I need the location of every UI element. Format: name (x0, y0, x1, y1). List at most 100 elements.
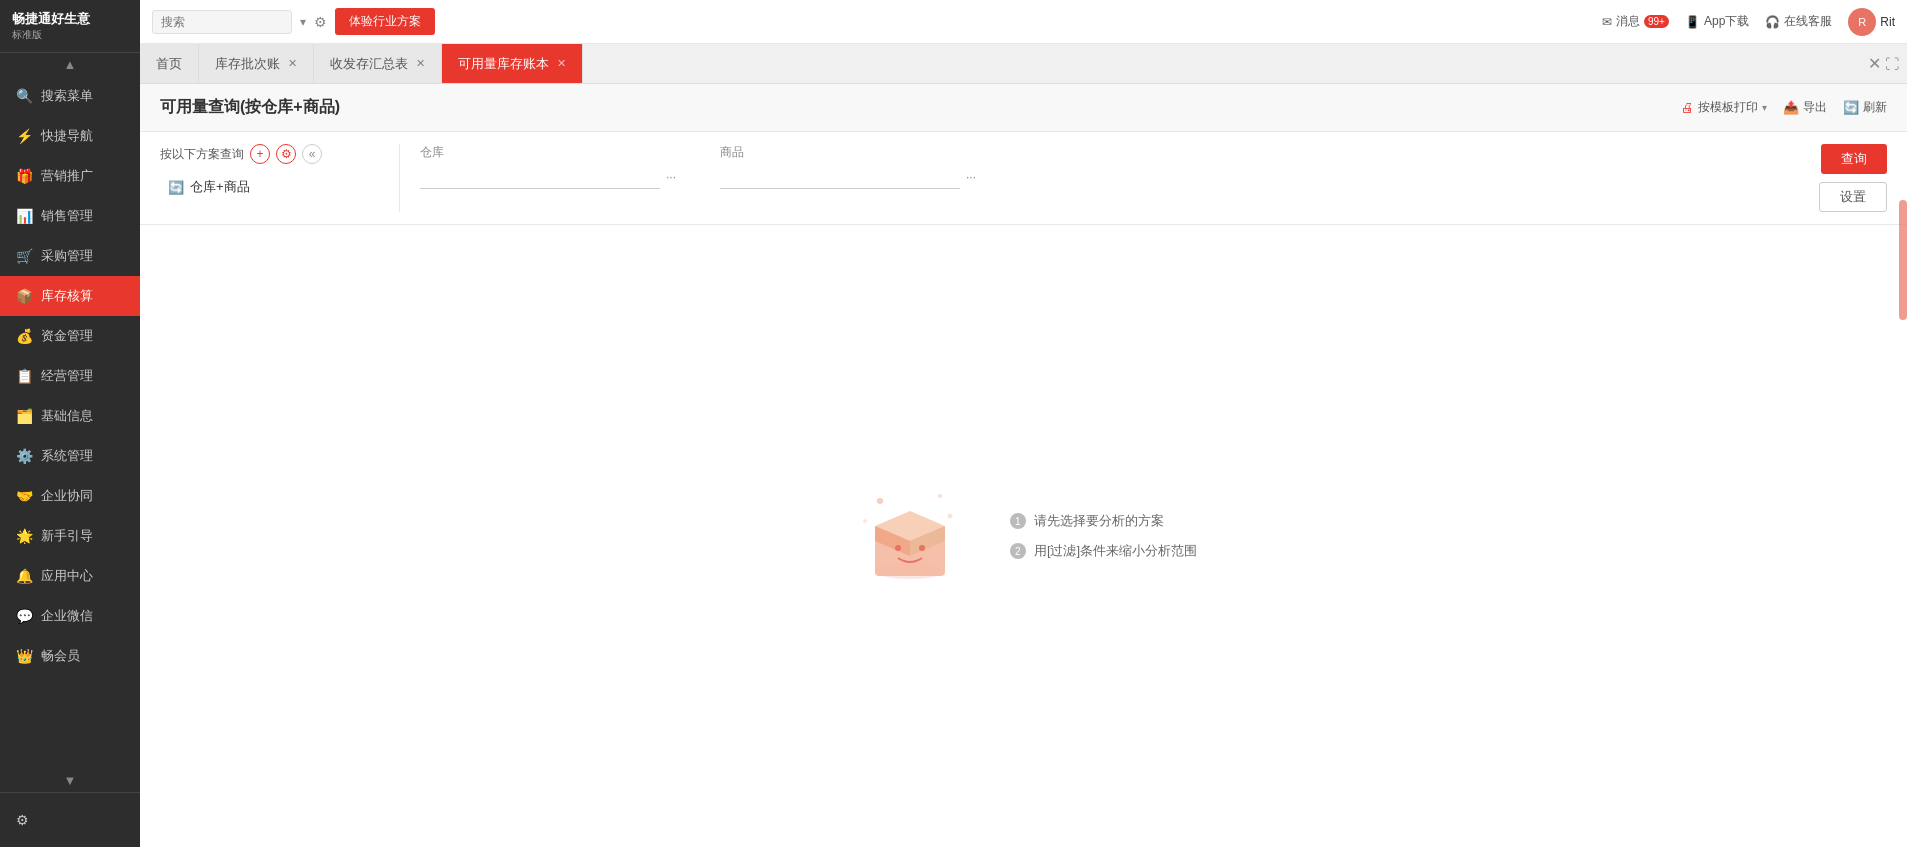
logo-subtitle: 标准版 (12, 28, 128, 42)
tab-close-all-button[interactable]: ✕ (1868, 56, 1881, 72)
settings-button[interactable]: 设置 (1819, 182, 1887, 212)
sidebar-item-inventory[interactable]: 📦 库存核算 (0, 276, 140, 316)
appcenter-icon: 🔔 (16, 568, 33, 584)
app-download-button[interactable]: 📱 App下载 (1685, 13, 1749, 30)
tab-summary[interactable]: 收发存汇总表 ✕ (314, 44, 442, 83)
sidebar-item-label-search: 搜索菜单 (41, 87, 93, 105)
sidebar-item-search[interactable]: 🔍 搜索菜单 (0, 76, 140, 116)
right-scrollbar[interactable] (1899, 200, 1907, 320)
content: 可用量查询(按仓库+商品) 🖨 按模板打印 ▾ 📤 导出 🔄 刷新 (140, 84, 1907, 847)
sidebar-item-system[interactable]: ⚙️ 系统管理 (0, 436, 140, 476)
avatar: R (1848, 8, 1876, 36)
sidebar-item-label-member: 畅会员 (41, 647, 80, 665)
sidebar-item-label-purchase: 采购管理 (41, 247, 93, 265)
main: ▾ ⚙ 体验行业方案 ✉ 消息 99+ 📱 App下载 🎧 在线客服 R Ri (140, 0, 1907, 847)
sidebar-item-purchase[interactable]: 🛒 采购管理 (0, 236, 140, 276)
filter-area: 按以下方案查询 + ⚙ « 🔄 仓库+商品 仓库 ··· (140, 132, 1907, 225)
filter-option-warehouse[interactable]: 🔄 仓库+商品 (160, 172, 383, 202)
user-menu[interactable]: R Rit (1848, 8, 1895, 36)
goods-input-row: ··· (720, 165, 1000, 189)
avatar-text: R (1858, 16, 1866, 28)
warehouse-input[interactable] (420, 165, 660, 189)
goods-label: 商品 (720, 144, 1000, 161)
message-label: 消息 (1616, 13, 1640, 30)
sidebar-item-basic[interactable]: 🗂️ 基础信息 (0, 396, 140, 436)
export-button[interactable]: 📤 导出 (1783, 99, 1827, 116)
settings-icon: ⚙ (16, 812, 29, 828)
message-button[interactable]: ✉ 消息 99+ (1602, 13, 1669, 30)
sidebar-item-label-enterprise: 企业协同 (41, 487, 93, 505)
sidebar-item-member[interactable]: 👑 畅会员 (0, 636, 140, 676)
message-badge: 99+ (1644, 15, 1669, 28)
empty-state: 1 请先选择要分析的方案 2 用[过滤]条件来缩小分析范围 (140, 225, 1907, 847)
sidebar-item-enterprise[interactable]: 🤝 企业协同 (0, 476, 140, 516)
sidebar-item-finance[interactable]: 💰 资金管理 (0, 316, 140, 356)
goods-more-btn[interactable]: ··· (966, 170, 976, 184)
svg-point-5 (895, 545, 901, 551)
export-icon: 📤 (1783, 100, 1799, 115)
collapse-button[interactable]: « (302, 144, 322, 164)
tab-batch-label: 库存批次账 (215, 55, 280, 73)
print-chevron: ▾ (1762, 102, 1767, 113)
tab-available-label: 可用量库存账本 (458, 55, 549, 73)
shortcut-icon: ⚡ (16, 128, 33, 144)
inventory-icon: 📦 (16, 288, 33, 304)
sidebar-scroll-up[interactable]: ▲ (0, 53, 140, 76)
tab-home[interactable]: 首页 (140, 44, 199, 83)
print-label: 按模板打印 (1698, 99, 1758, 116)
sales-icon: 📊 (16, 208, 33, 224)
service-button[interactable]: 🎧 在线客服 (1765, 13, 1832, 30)
sidebar-scroll-down[interactable]: ▼ (0, 769, 140, 792)
svg-point-8 (938, 494, 942, 498)
sidebar-item-appcenter[interactable]: 🔔 应用中心 (0, 556, 140, 596)
step2-num: 2 (1010, 543, 1026, 559)
warehouse-more-btn[interactable]: ··· (666, 170, 676, 184)
filter-right: 仓库 ··· 商品 ··· 查询 设置 (400, 144, 1887, 212)
sidebar-item-operations[interactable]: 📋 经营管理 (0, 356, 140, 396)
sidebar-item-label-shortcut: 快捷导航 (41, 127, 93, 145)
sidebar-item-marketing[interactable]: 🎁 营销推广 (0, 156, 140, 196)
tab-expand-button[interactable]: ⛶ (1885, 56, 1899, 72)
sidebar-item-settings[interactable]: ⚙ (0, 801, 140, 839)
sidebar-item-sales[interactable]: 📊 销售管理 (0, 196, 140, 236)
tab-batch[interactable]: 库存批次账 ✕ (199, 44, 314, 83)
tab-summary-close-icon[interactable]: ✕ (416, 57, 425, 70)
trial-button[interactable]: 体验行业方案 (335, 8, 435, 35)
tabbar-actions: ✕ ⛶ (1860, 44, 1907, 83)
step1-label: 请先选择要分析的方案 (1034, 512, 1164, 530)
refresh-button[interactable]: 🔄 刷新 (1843, 99, 1887, 116)
tabbar: 首页 库存批次账 ✕ 收发存汇总表 ✕ 可用量库存账本 ✕ ✕ ⛶ (140, 44, 1907, 84)
page-header: 可用量查询(按仓库+商品) 🖨 按模板打印 ▾ 📤 导出 🔄 刷新 (140, 84, 1907, 132)
sidebar-item-label-sales: 销售管理 (41, 207, 93, 225)
tab-available-close-icon[interactable]: ✕ (557, 57, 566, 70)
tab-batch-close-icon[interactable]: ✕ (288, 57, 297, 70)
goods-input[interactable] (720, 165, 960, 189)
empty-step2: 2 用[过滤]条件来缩小分析范围 (1010, 542, 1197, 560)
goods-field: 商品 ··· (720, 144, 1000, 189)
weixin-icon: 💬 (16, 608, 33, 624)
sidebar-item-newbie[interactable]: 🌟 新手引导 (0, 516, 140, 556)
edit-scheme-button[interactable]: ⚙ (276, 144, 296, 164)
system-icon: ⚙️ (16, 448, 33, 464)
svg-point-10 (863, 519, 867, 523)
sidebar-item-label-newbie: 新手引导 (41, 527, 93, 545)
sidebar: 畅捷通好生意 标准版 ▲ 🔍 搜索菜单 ⚡ 快捷导航 🎁 营销推广 📊 销售管理… (0, 0, 140, 847)
search-icon: 🔍 (16, 88, 33, 104)
message-icon: ✉ (1602, 15, 1612, 29)
member-icon: 👑 (16, 648, 33, 664)
query-button[interactable]: 查询 (1821, 144, 1887, 174)
filter-actions: 查询 设置 (1819, 144, 1887, 212)
topbar-gear-icon[interactable]: ⚙ (314, 14, 327, 30)
sidebar-item-shortcut[interactable]: ⚡ 快捷导航 (0, 116, 140, 156)
sidebar-item-weixin[interactable]: 💬 企业微信 (0, 596, 140, 636)
app-label: App下载 (1704, 13, 1749, 30)
search-input[interactable] (152, 10, 292, 34)
add-scheme-button[interactable]: + (250, 144, 270, 164)
page-header-actions: 🖨 按模板打印 ▾ 📤 导出 🔄 刷新 (1681, 99, 1887, 116)
user-name: Rit (1880, 15, 1895, 29)
topbar-chevron-icon[interactable]: ▾ (300, 15, 306, 29)
tab-available[interactable]: 可用量库存账本 ✕ (442, 44, 583, 83)
sidebar-item-label-marketing: 营销推广 (41, 167, 93, 185)
warehouse-label: 仓库 (420, 144, 700, 161)
print-button[interactable]: 🖨 按模板打印 ▾ (1681, 99, 1767, 116)
